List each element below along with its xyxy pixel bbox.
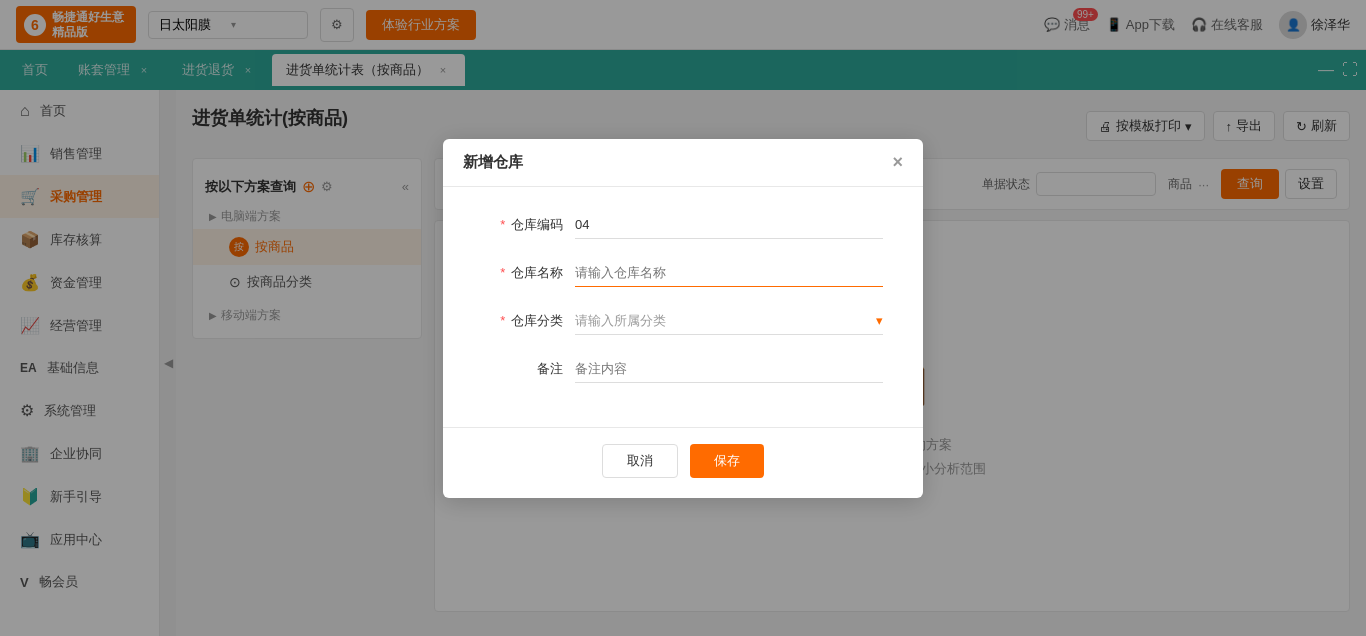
dialog-footer: 取消 保存 <box>443 427 923 498</box>
new-warehouse-dialog: 新增仓库 × * 仓库编码 * 仓库名称 <box>443 139 923 498</box>
required-star-category: * <box>500 313 505 328</box>
form-row-code: * 仓库编码 <box>483 211 883 239</box>
form-row-remark: 备注 <box>483 355 883 383</box>
dialog-body: * 仓库编码 * 仓库名称 * 仓库分类 <box>443 187 923 427</box>
form-row-name: * 仓库名称 <box>483 259 883 287</box>
dialog-header: 新增仓库 × <box>443 139 923 187</box>
required-star-name: * <box>500 265 505 280</box>
form-label-code: * 仓库编码 <box>483 216 563 234</box>
save-button[interactable]: 保存 <box>690 444 764 478</box>
form-row-category: * 仓库分类 请输入所属分类 ▾ <box>483 307 883 335</box>
category-select-wrapper: 请输入所属分类 ▾ <box>575 307 883 335</box>
category-dropdown-icon: ▾ <box>876 313 883 328</box>
form-label-name: * 仓库名称 <box>483 264 563 282</box>
form-label-category: * 仓库分类 <box>483 312 563 330</box>
dialog-overlay: 新增仓库 × * 仓库编码 * 仓库名称 <box>0 0 1366 636</box>
warehouse-code-input[interactable] <box>575 211 883 239</box>
remark-input[interactable] <box>575 355 883 383</box>
dialog-close-button[interactable]: × <box>892 153 903 171</box>
cancel-button[interactable]: 取消 <box>602 444 678 478</box>
warehouse-name-input[interactable] <box>575 259 883 287</box>
required-star-code: * <box>500 217 505 232</box>
warehouse-category-select[interactable]: 请输入所属分类 <box>575 313 876 328</box>
form-label-remark: 备注 <box>483 360 563 378</box>
dialog-title: 新增仓库 <box>463 153 523 172</box>
